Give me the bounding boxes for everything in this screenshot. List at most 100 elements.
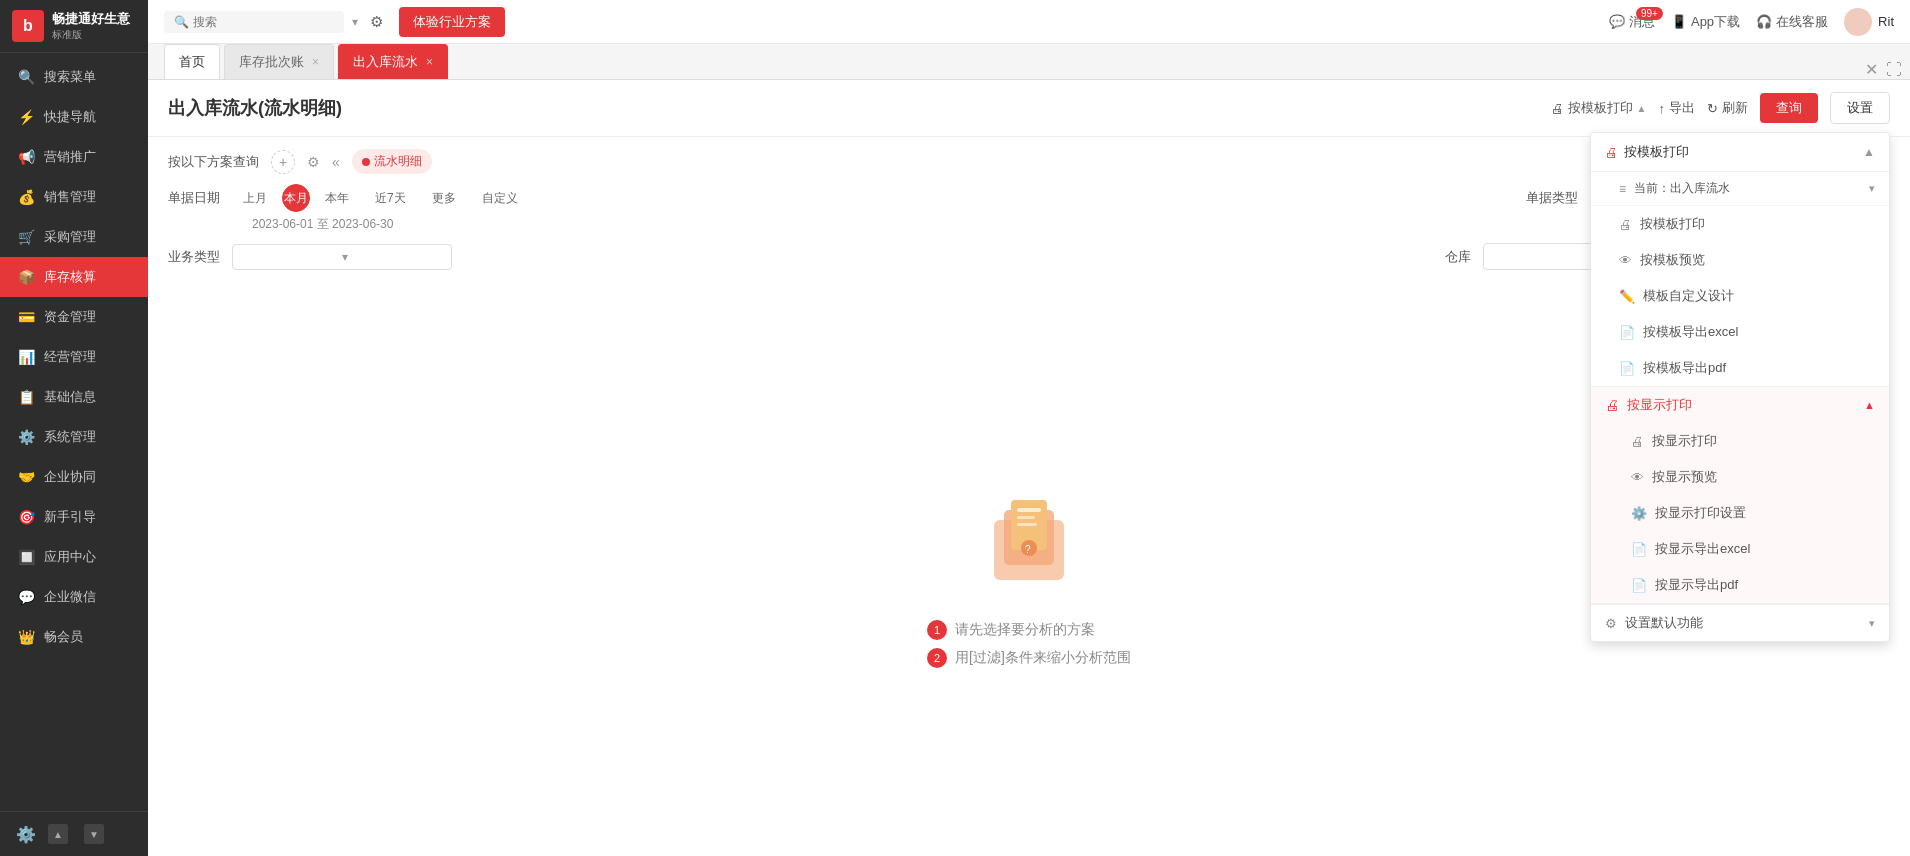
dropdown-item-display-settings[interactable]: ⚙️ 按显示打印设置 [1591,495,1889,531]
filter-settings-icon[interactable]: ⚙ [307,154,320,170]
sidebar-item-collab-label: 企业协同 [44,468,96,486]
sidebar-item-wecom-label: 企业微信 [44,588,96,606]
date-tag-this-year[interactable]: 本年 [314,186,360,211]
date-tag-7days[interactable]: 近7天 [364,186,417,211]
sidebar-item-purchase-label: 采购管理 [44,228,96,246]
sidebar-item-wecom[interactable]: 💬 企业微信 [0,577,148,617]
dropdown-item-template-print[interactable]: 🖨 按模板打印 [1591,206,1889,242]
dropdown-section-display: 🖨 按显示打印 ▲ 🖨 按显示打印 👁 按显示预览 ⚙️ 按显示打印设置 [1591,386,1889,604]
dropdown-print-icon: 🖨 [1605,145,1618,160]
dropdown-footer-settings[interactable]: ⚙ 设置默认功能 ▾ [1591,604,1889,641]
sidebar-logo: b 畅捷通好生意 标准版 [0,0,148,53]
display-excel-label: 按显示导出excel [1655,540,1750,558]
dropdown-item-display-preview[interactable]: 👁 按显示预览 [1591,459,1889,495]
sidebar-item-marketing-label: 营销推广 [44,148,96,166]
business-type-select[interactable]: ▾ [232,244,452,270]
sidebar-item-purchase[interactable]: 🛒 采购管理 [0,217,148,257]
settings-footer-icon[interactable]: ⚙️ [16,825,36,844]
page-actions: 🖨 按模板打印 ▲ ↑ 导出 ↻ 刷新 查询 设置 [1551,92,1890,136]
dropdown-item-template-custom[interactable]: ✏️ 模板自定义设计 [1591,278,1889,314]
dropdown-item-display-excel[interactable]: 📄 按显示导出excel [1591,531,1889,567]
print-template-btn[interactable]: 🖨 按模板打印 ▲ [1551,99,1647,117]
dropdown-item-display-print[interactable]: 🖨 按显示打印 [1591,423,1889,459]
sidebar-item-apps[interactable]: 🔲 应用中心 [0,537,148,577]
sidebar-item-quicknav[interactable]: ⚡ 快捷导航 [0,97,148,137]
header-search-box[interactable]: 🔍 [164,11,344,33]
messages-button[interactable]: 💬 消息 99+ [1609,13,1655,31]
tab-batch-label: 库存批次账 [239,53,304,71]
export-btn[interactable]: ↑ 导出 [1659,99,1696,117]
date-tag-this-month[interactable]: 本月 [282,184,310,212]
sidebar-item-collab[interactable]: 🤝 企业协同 [0,457,148,497]
display-section-icon: 🖨 [1605,397,1619,413]
sidebar-scroll-down[interactable]: ▼ [84,824,104,844]
date-field-label: 单据日期 [168,189,220,207]
tab-flow[interactable]: 出入库流水 × [338,44,448,79]
tab-maximize-icon[interactable]: ⛶ [1886,61,1902,79]
search-input[interactable] [193,15,323,29]
current-item-icon: ≡ [1619,182,1626,196]
tab-flow-label: 出入库流水 [353,53,418,71]
sidebar-item-member[interactable]: 👑 畅会员 [0,617,148,657]
filter-collapse-icon[interactable]: « [332,154,340,170]
app-download-icon: 📱 [1671,14,1687,29]
tab-batch[interactable]: 库存批次账 × [224,44,334,79]
display-print-label: 按显示打印 [1652,432,1717,450]
header-search-chevron[interactable]: ▾ [352,15,358,29]
sidebar-item-marketing[interactable]: 📢 营销推广 [0,137,148,177]
footer-settings-icon: ⚙ [1605,616,1617,631]
display-preview-icon: 👁 [1631,470,1644,485]
date-tag-custom[interactable]: 自定义 [471,186,529,211]
app-download-button[interactable]: 📱 App下载 [1671,13,1740,31]
sidebar-footer: ⚙️ ▲ ▼ [0,811,148,856]
tab-close-all-icon[interactable]: ✕ [1865,60,1878,79]
sidebar-scroll-up[interactable]: ▲ [48,824,68,844]
dropdown-item-template-preview[interactable]: 👁 按模板预览 [1591,242,1889,278]
date-tag-more[interactable]: 更多 [421,186,467,211]
search-icon: 🔍 [16,67,36,87]
empty-illustration: ? [969,480,1089,600]
collab-icon: 🤝 [16,467,36,487]
filter-chip-flow[interactable]: 流水明细 [352,149,432,174]
sidebar-item-sales[interactable]: 💰 销售管理 [0,177,148,217]
print-icon: 🖨 [1551,101,1564,116]
date-tag-last-month[interactable]: 上月 [232,186,278,211]
dropdown-item-display-pdf[interactable]: 📄 按显示导出pdf [1591,567,1889,603]
tab-home[interactable]: 首页 [164,44,220,79]
sidebar-item-inventory[interactable]: 📦 库存核算 [0,257,148,297]
sidebar-item-basic-label: 基础信息 [44,388,96,406]
display-section-chevron: ▲ [1864,399,1875,411]
sidebar-item-basic[interactable]: 📋 基础信息 [0,377,148,417]
query-button[interactable]: 查询 [1760,93,1818,123]
display-section-label: 按显示打印 [1627,396,1692,414]
dropdown-item-template-pdf[interactable]: 📄 按模板导出pdf [1591,350,1889,386]
apps-icon: 🔲 [16,547,36,567]
sales-icon: 💰 [16,187,36,207]
sidebar-item-guide-label: 新手引导 [44,508,96,526]
tab-bar-controls: ✕ ⛶ [1865,60,1910,79]
dropdown-section-display-header[interactable]: 🖨 按显示打印 ▲ [1591,387,1889,423]
guide-icon: 🎯 [16,507,36,527]
dropdown-current-item[interactable]: ≡ 当前：出入库流水 ▾ [1591,172,1889,206]
user-info[interactable]: Rit [1844,8,1894,36]
tab-flow-close[interactable]: × [426,55,433,69]
header-gear-icon[interactable]: ⚙ [370,13,383,31]
trial-button[interactable]: 体验行业方案 [399,7,505,37]
headset-icon: 🎧 [1756,14,1772,29]
tab-batch-close[interactable]: × [312,55,319,69]
sidebar-item-finance[interactable]: 💳 资金管理 [0,297,148,337]
sidebar-item-system[interactable]: ⚙️ 系统管理 [0,417,148,457]
dropdown-chevron-up[interactable]: ▲ [1863,145,1875,159]
sidebar-item-search[interactable]: 🔍 搜索菜单 [0,57,148,97]
dropdown-item-template-excel[interactable]: 📄 按模板导出excel [1591,314,1889,350]
refresh-btn[interactable]: ↻ 刷新 [1707,99,1748,117]
online-service-button[interactable]: 🎧 在线客服 [1756,13,1828,31]
empty-step-2: 2 用[过滤]条件来缩小分析范围 [927,648,1131,668]
sidebar-item-operations[interactable]: 📊 经营管理 [0,337,148,377]
settings-button[interactable]: 设置 [1830,92,1890,124]
sidebar-item-guide[interactable]: 🎯 新手引导 [0,497,148,537]
page-content: 出入库流水(流水明细) 🖨 按模板打印 ▲ ↑ 导出 ↻ 刷新 查询 设置 [148,80,1910,856]
finance-icon: 💳 [16,307,36,327]
filter-add-btn[interactable]: + [271,150,295,174]
filter-label: 按以下方案查询 [168,153,259,171]
